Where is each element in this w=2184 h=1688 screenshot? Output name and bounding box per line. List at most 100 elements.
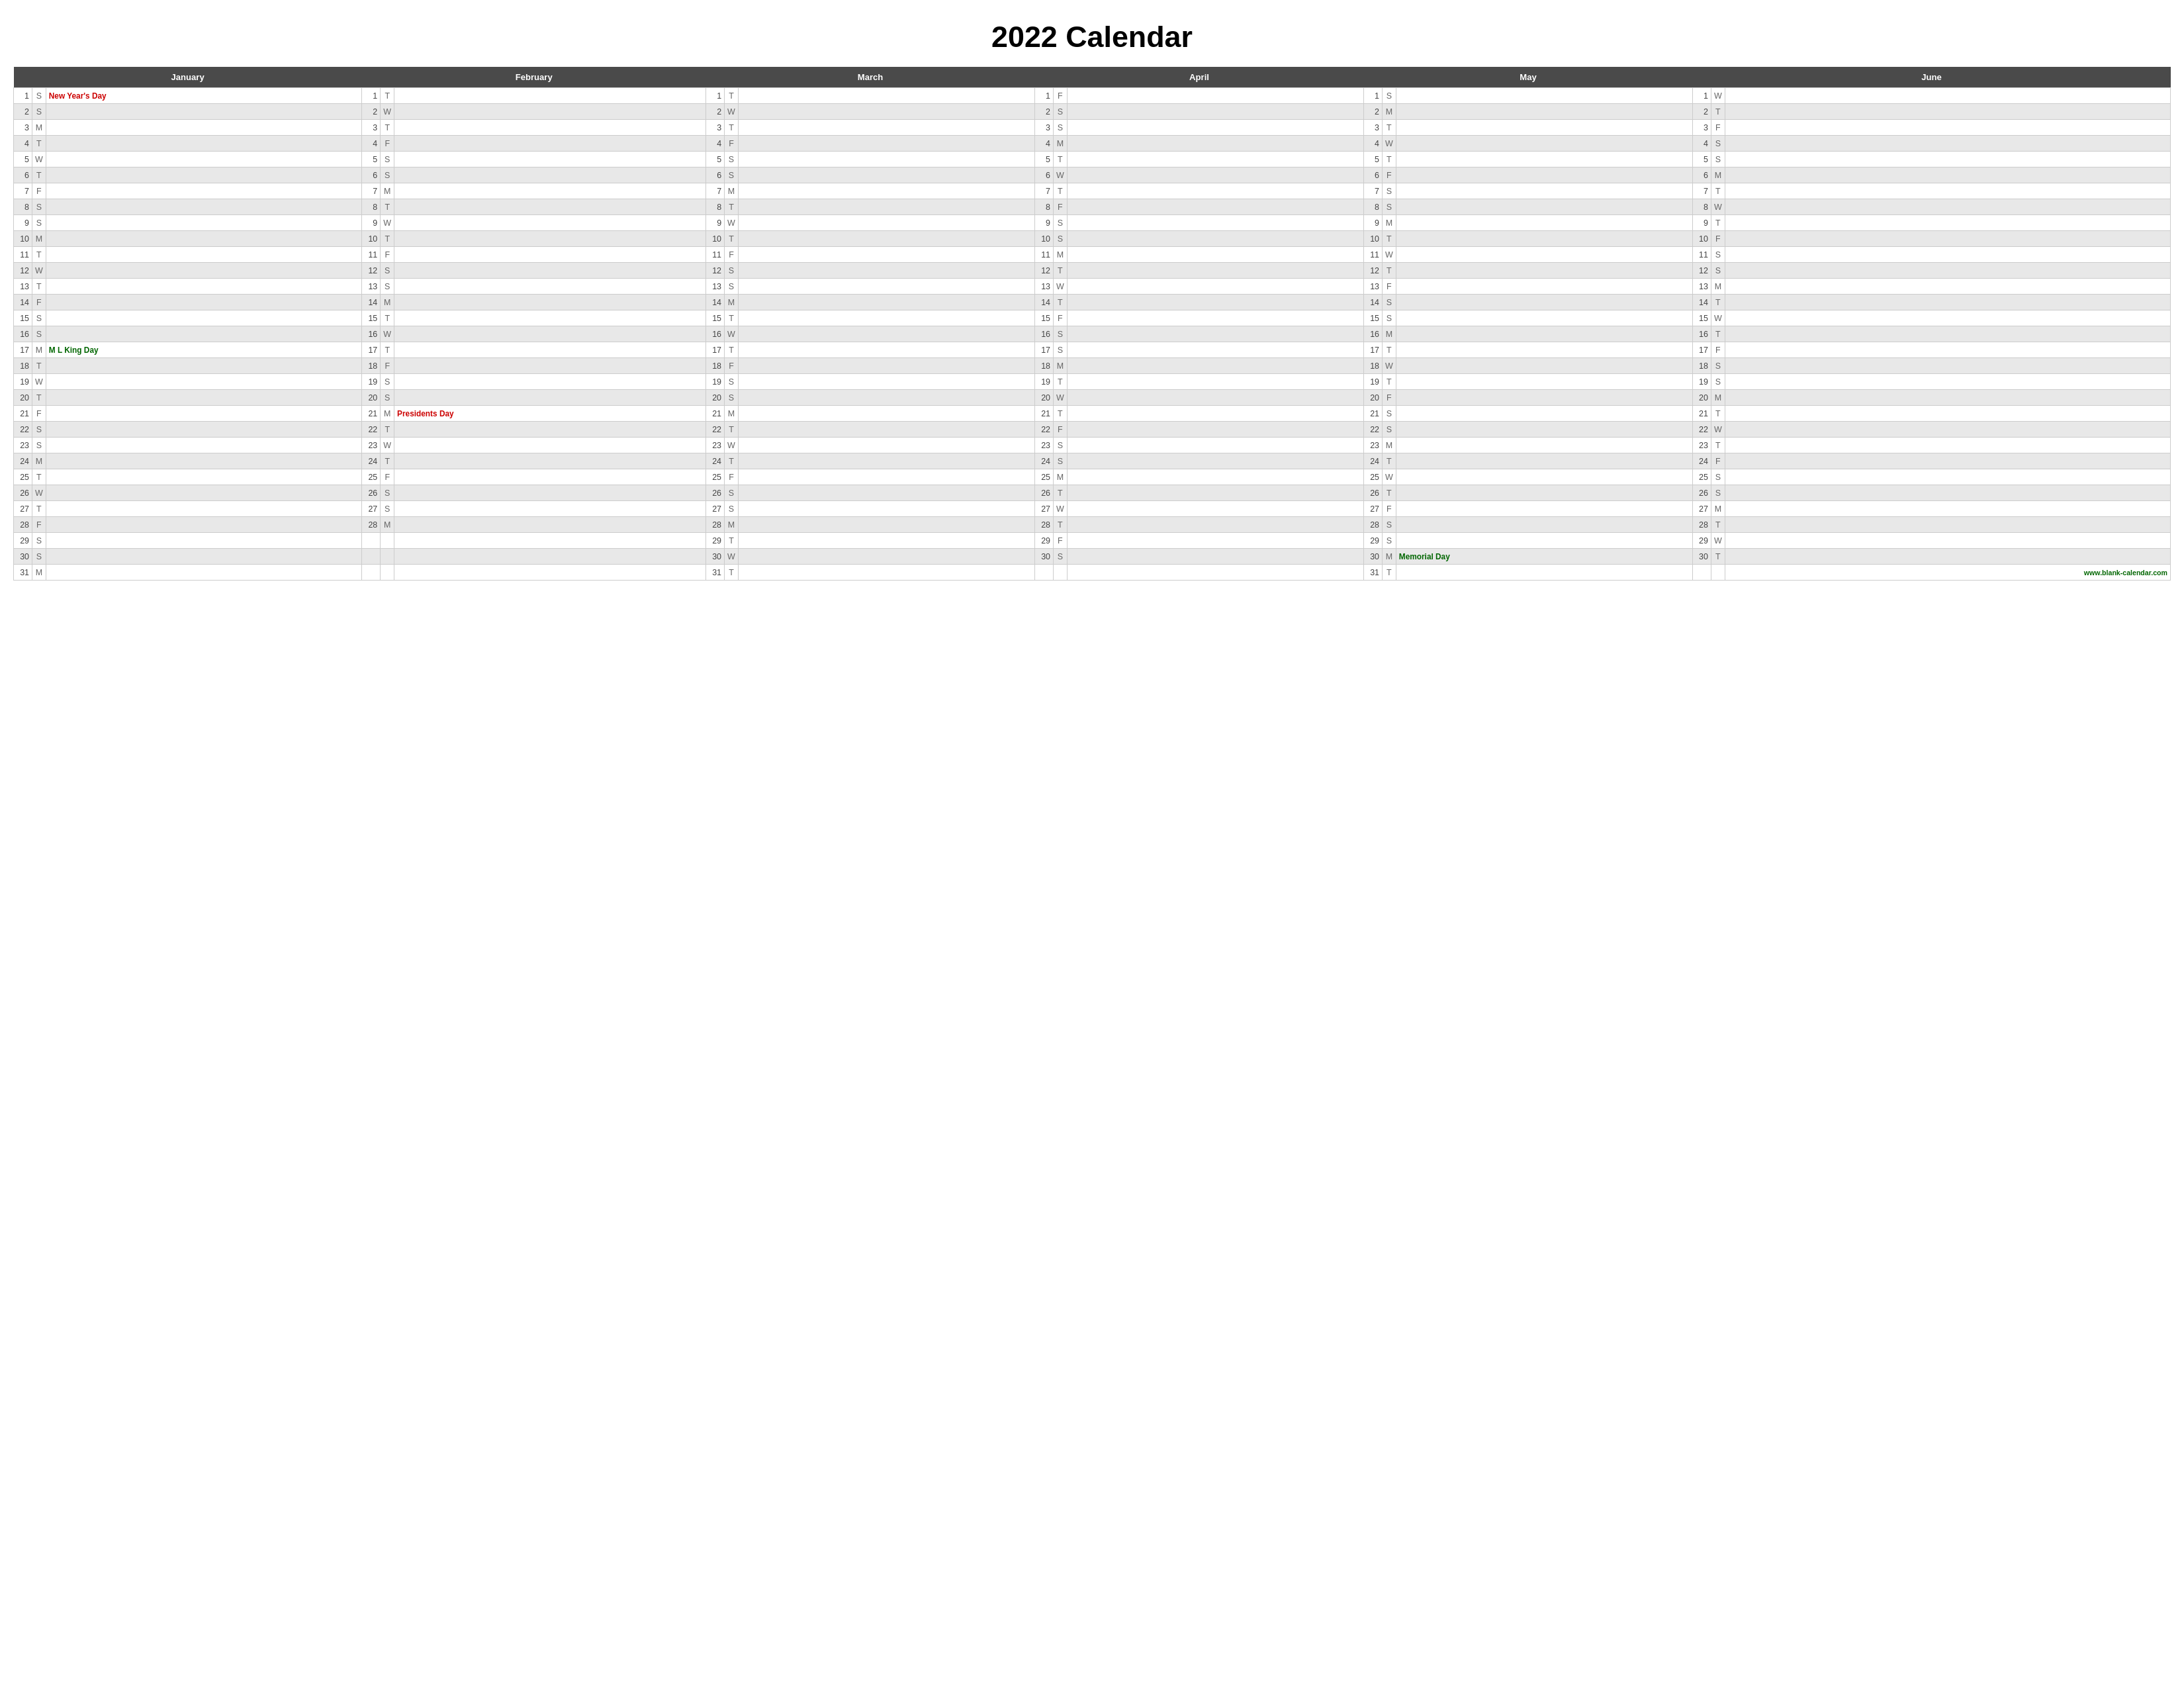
day-num-jan-29: 29 bbox=[14, 533, 32, 549]
day-letter-jun-23: T bbox=[1711, 438, 1725, 453]
day-letter-feb-15: T bbox=[381, 310, 394, 326]
day-num-may-21: 21 bbox=[1364, 406, 1383, 422]
holiday-mar-27 bbox=[738, 501, 1034, 517]
header-march: March bbox=[706, 67, 1035, 88]
day-letter-feb-4: F bbox=[381, 136, 394, 152]
holiday-jan-6 bbox=[46, 167, 362, 183]
day-letter-feb-26: S bbox=[381, 485, 394, 501]
day-num-jun-10: 10 bbox=[1692, 231, 1711, 247]
holiday-feb-2 bbox=[394, 104, 706, 120]
day-letter-feb-18: F bbox=[381, 358, 394, 374]
day-letter-apr-23: S bbox=[1054, 438, 1068, 453]
holiday-mar-18 bbox=[738, 358, 1034, 374]
day-num-jan-26: 26 bbox=[14, 485, 32, 501]
day-num-mar-5: 5 bbox=[706, 152, 725, 167]
day-letter-apr-4: M bbox=[1054, 136, 1068, 152]
holiday-apr-17 bbox=[1067, 342, 1363, 358]
day-num-jun-23: 23 bbox=[1692, 438, 1711, 453]
holiday-jan-21 bbox=[46, 406, 362, 422]
day-num-mar-24: 24 bbox=[706, 453, 725, 469]
holiday-apr-19 bbox=[1067, 374, 1363, 390]
day-num-may-28: 28 bbox=[1364, 517, 1383, 533]
day-letter-feb-8: T bbox=[381, 199, 394, 215]
day-num-feb-11: 11 bbox=[362, 247, 381, 263]
table-row: 17MM L King Day17T17T17S17T17F bbox=[14, 342, 2171, 358]
day-letter-may-26: T bbox=[1383, 485, 1396, 501]
day-num-may-15: 15 bbox=[1364, 310, 1383, 326]
holiday-feb-31 bbox=[394, 565, 706, 581]
day-num-mar-10: 10 bbox=[706, 231, 725, 247]
day-letter-mar-3: T bbox=[725, 120, 739, 136]
day-letter-may-20: F bbox=[1383, 390, 1396, 406]
table-row: 2S2W2W2S2M2T bbox=[14, 104, 2171, 120]
day-num-jan-20: 20 bbox=[14, 390, 32, 406]
day-letter-may-24: T bbox=[1383, 453, 1396, 469]
holiday-feb-12 bbox=[394, 263, 706, 279]
day-letter-feb-17: T bbox=[381, 342, 394, 358]
table-row: 8S8T8T8F8S8W bbox=[14, 199, 2171, 215]
holiday-feb-1 bbox=[394, 88, 706, 104]
day-num-mar-29: 29 bbox=[706, 533, 725, 549]
day-letter-apr-22: F bbox=[1054, 422, 1068, 438]
day-letter-feb-19: S bbox=[381, 374, 394, 390]
holiday-jan-2 bbox=[46, 104, 362, 120]
day-num-jun-19: 19 bbox=[1692, 374, 1711, 390]
day-num-may-2: 2 bbox=[1364, 104, 1383, 120]
day-num-feb-1: 1 bbox=[362, 88, 381, 104]
day-letter-may-19: T bbox=[1383, 374, 1396, 390]
day-num-may-16: 16 bbox=[1364, 326, 1383, 342]
day-letter-feb-23: W bbox=[381, 438, 394, 453]
day-letter-apr-7: T bbox=[1054, 183, 1068, 199]
holiday-jun-13 bbox=[1725, 279, 2170, 295]
holiday-mar-10 bbox=[738, 231, 1034, 247]
holiday-apr-23 bbox=[1067, 438, 1363, 453]
day-num-jan-31: 31 bbox=[14, 565, 32, 581]
holiday-mar-14 bbox=[738, 295, 1034, 310]
day-letter-jun-7: T bbox=[1711, 183, 1725, 199]
holiday-jan-17: M L King Day bbox=[46, 342, 362, 358]
day-letter-feb-13: S bbox=[381, 279, 394, 295]
day-letter-apr-20: W bbox=[1054, 390, 1068, 406]
day-letter-jan-2: S bbox=[32, 104, 46, 120]
day-letter-mar-11: F bbox=[725, 247, 739, 263]
day-letter-jun-8: W bbox=[1711, 199, 1725, 215]
holiday-may-7 bbox=[1396, 183, 1692, 199]
day-letter-jan-30: S bbox=[32, 549, 46, 565]
table-row: 24M24T24T24S24T24F bbox=[14, 453, 2171, 469]
day-num-jun-13: 13 bbox=[1692, 279, 1711, 295]
holiday-mar-4 bbox=[738, 136, 1034, 152]
holiday-feb-27 bbox=[394, 501, 706, 517]
day-letter-jun-19: S bbox=[1711, 374, 1725, 390]
day-letter-apr-5: T bbox=[1054, 152, 1068, 167]
day-letter-apr-28: T bbox=[1054, 517, 1068, 533]
holiday-jun-11 bbox=[1725, 247, 2170, 263]
day-num-apr-18: 18 bbox=[1035, 358, 1054, 374]
day-num-jun-31 bbox=[1692, 565, 1711, 581]
day-num-apr-28: 28 bbox=[1035, 517, 1054, 533]
day-letter-feb-3: T bbox=[381, 120, 394, 136]
table-row: 20T20S20S20W20F20M bbox=[14, 390, 2171, 406]
day-num-may-6: 6 bbox=[1364, 167, 1383, 183]
day-letter-jan-22: S bbox=[32, 422, 46, 438]
day-num-jun-6: 6 bbox=[1692, 167, 1711, 183]
day-letter-jan-21: F bbox=[32, 406, 46, 422]
day-letter-jun-25: S bbox=[1711, 469, 1725, 485]
day-letter-apr-24: S bbox=[1054, 453, 1068, 469]
table-row: 9S9W9W9S9M9T bbox=[14, 215, 2171, 231]
day-num-jan-8: 8 bbox=[14, 199, 32, 215]
day-num-feb-12: 12 bbox=[362, 263, 381, 279]
day-letter-mar-2: W bbox=[725, 104, 739, 120]
day-num-jan-13: 13 bbox=[14, 279, 32, 295]
holiday-apr-31 bbox=[1067, 565, 1363, 581]
day-letter-may-31: T bbox=[1383, 565, 1396, 581]
holiday-jan-9 bbox=[46, 215, 362, 231]
holiday-jun-7 bbox=[1725, 183, 2170, 199]
day-num-may-14: 14 bbox=[1364, 295, 1383, 310]
holiday-feb-30 bbox=[394, 549, 706, 565]
day-num-apr-27: 27 bbox=[1035, 501, 1054, 517]
day-num-apr-9: 9 bbox=[1035, 215, 1054, 231]
day-num-jan-14: 14 bbox=[14, 295, 32, 310]
day-letter-may-30: M bbox=[1383, 549, 1396, 565]
day-num-apr-5: 5 bbox=[1035, 152, 1054, 167]
table-row: 11T11F11F11M11W11S bbox=[14, 247, 2171, 263]
